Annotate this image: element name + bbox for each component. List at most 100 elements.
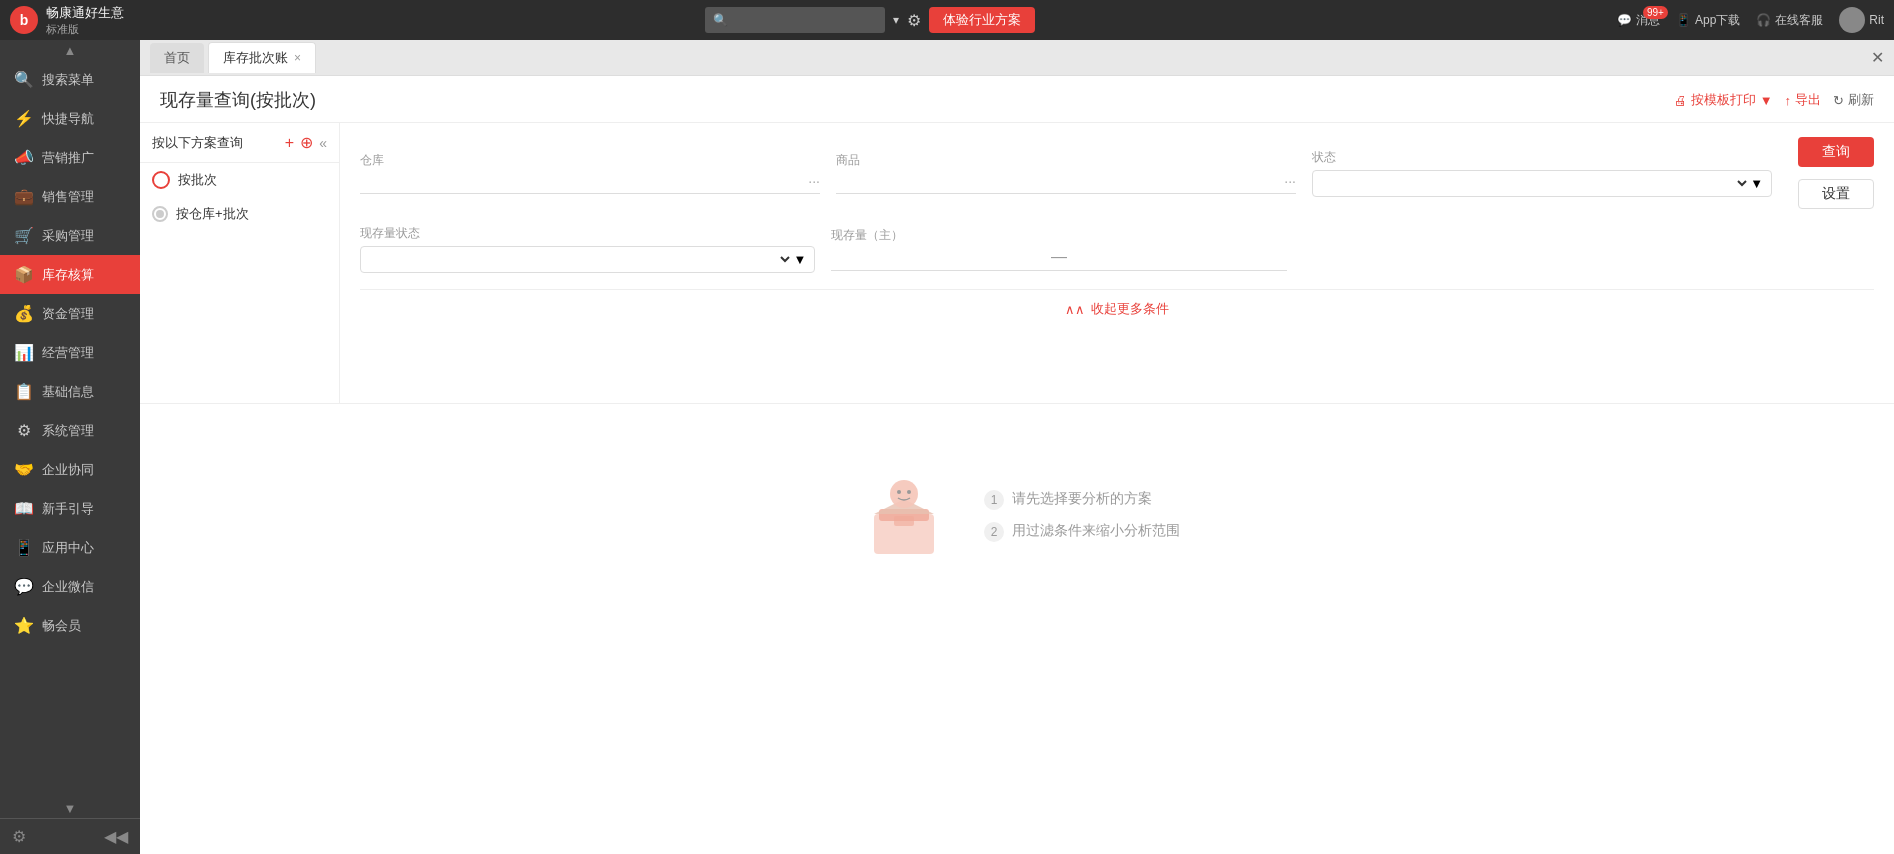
sidebar-scroll-down[interactable]: ▼: [0, 798, 140, 818]
empty-tips: 1 请先选择要分析的方案 2 用过滤条件来缩小分析范围: [984, 490, 1180, 542]
topbar-center: 🔍 ▾ ⚙ 体验行业方案: [705, 7, 1035, 33]
mobile-icon: 📱: [14, 538, 34, 557]
sidebar-item-quick-nav[interactable]: ⚡ 快捷导航: [0, 99, 140, 138]
user-avatar-area[interactable]: Rit: [1839, 7, 1884, 33]
warehouse-input[interactable]: [360, 174, 808, 189]
refresh-btn[interactable]: ↻ 刷新: [1833, 91, 1874, 109]
trial-btn[interactable]: 体验行业方案: [929, 7, 1035, 33]
product-label: 商品: [836, 152, 1296, 169]
close-all-tabs-icon[interactable]: ✕: [1871, 48, 1884, 67]
sidebar-item-member[interactable]: ⭐ 畅会员: [0, 606, 140, 645]
sidebar-item-label: 系统管理: [42, 422, 94, 440]
sidebar-item-enterprise[interactable]: 🤝 企业协同: [0, 450, 140, 489]
empty-illustration: [854, 464, 954, 567]
tip-text-2: 用过滤条件来缩小分析范围: [1012, 522, 1180, 540]
sidebar-item-guide[interactable]: 📖 新手引导: [0, 489, 140, 528]
sidebar-item-wechat[interactable]: 💬 企业微信: [0, 567, 140, 606]
scheme-header-actions: + ⊕ «: [285, 133, 327, 152]
sidebar-item-label: 企业协同: [42, 461, 94, 479]
refresh-icon: ↻: [1833, 93, 1844, 108]
clipboard-icon: 📋: [14, 382, 34, 401]
collapse-sidebar-icon[interactable]: ◀◀: [104, 827, 128, 846]
export-icon: ↑: [1785, 93, 1792, 108]
sidebar-item-inventory[interactable]: 📦 库存核算: [0, 255, 140, 294]
app-version: 标准版: [46, 22, 124, 37]
sidebar-item-sales[interactable]: 💼 销售管理: [0, 177, 140, 216]
sidebar-item-label: 经营管理: [42, 344, 94, 362]
sidebar-item-purchase[interactable]: 🛒 采购管理: [0, 216, 140, 255]
scheme-add-icon[interactable]: +: [285, 134, 294, 152]
sidebar-item-appstore[interactable]: 📱 应用中心: [0, 528, 140, 567]
filter-field-inventory-qty: 现存量（主） —: [831, 227, 1286, 271]
empty-svg: [854, 464, 954, 564]
app-download-btn[interactable]: 📱 App下载: [1676, 12, 1740, 29]
tip-text-1: 请先选择要分析的方案: [1012, 490, 1152, 508]
print-btn[interactable]: 🖨 按模板打印 ▼: [1674, 91, 1773, 109]
tab-close-icon[interactable]: ×: [294, 51, 301, 65]
tab-inventory-batch[interactable]: 库存批次账 ×: [208, 42, 316, 73]
main-layout: ▲ 🔍 搜索菜单 ⚡ 快捷导航 📣 营销推广 💼 销售管理 🛒 采购管理: [0, 40, 1894, 854]
warehouse-input-wrap: ···: [360, 173, 820, 194]
svg-rect-3: [894, 516, 914, 526]
product-input[interactable]: [836, 174, 1284, 189]
export-btn[interactable]: ↑ 导出: [1785, 91, 1822, 109]
cart-icon: 🛒: [14, 226, 34, 245]
sidebar-item-search[interactable]: 🔍 搜索菜单: [0, 60, 140, 99]
sidebar-item-marketing[interactable]: 📣 营销推广: [0, 138, 140, 177]
sidebar-item-system[interactable]: ⚙ 系统管理: [0, 411, 140, 450]
scheme-item-label: 按仓库+批次: [176, 205, 249, 223]
collapse-more-btn[interactable]: ∧∧ 收起更多条件: [360, 289, 1874, 328]
warehouse-label: 仓库: [360, 152, 820, 169]
status-select[interactable]: [1321, 175, 1750, 192]
qty-dash: —: [1051, 248, 1067, 266]
filter-panel: 仓库 ··· 商品 ···: [340, 123, 1894, 403]
empty-tip-2: 2 用过滤条件来缩小分析范围: [984, 522, 1180, 542]
scheme-dot-outline-inner: [156, 210, 164, 218]
scheme-item-warehouse-batch[interactable]: 按仓库+批次: [140, 197, 339, 231]
content-area: 首页 库存批次账 × ✕ 现存量查询(按批次) 🖨 按模板打印 ▼: [140, 40, 1894, 854]
product-more-icon[interactable]: ···: [1284, 173, 1296, 189]
svg-point-6: [907, 490, 911, 494]
topbar-dropdown[interactable]: ▾: [893, 13, 899, 27]
query-btn[interactable]: 查询: [1798, 137, 1874, 167]
lightning-icon: ⚡: [14, 109, 34, 128]
filter-field-inventory-status: 现存量状态 ▼: [360, 225, 815, 273]
online-service-btn[interactable]: 🎧 在线客服: [1756, 12, 1823, 29]
sidebar-item-basic-info[interactable]: 📋 基础信息: [0, 372, 140, 411]
sidebar-scroll-up[interactable]: ▲: [0, 40, 140, 60]
sidebar-item-operations[interactable]: 📊 经营管理: [0, 333, 140, 372]
topbar-settings-icon[interactable]: ⚙: [907, 11, 921, 30]
chart-icon: 📊: [14, 343, 34, 362]
inventory-qty-max[interactable]: [1075, 250, 1287, 265]
topbar: b 畅康通好生意 标准版 🔍 ▾ ⚙ 体验行业方案 💬 消息 99+ 📱 App…: [0, 0, 1894, 40]
collapse-more-label: 收起更多条件: [1091, 300, 1169, 318]
scheme-dot-outline: [152, 206, 168, 222]
page-content: 现存量查询(按批次) 🖨 按模板打印 ▼ ↑ 导出 ↻ 刷新: [140, 76, 1894, 854]
topbar-search-box[interactable]: 🔍: [705, 7, 885, 33]
tab-home[interactable]: 首页: [150, 43, 204, 73]
sidebar-item-label: 销售管理: [42, 188, 94, 206]
warehouse-more-icon[interactable]: ···: [808, 173, 820, 189]
search-icon: 🔍: [14, 70, 34, 89]
messages-btn[interactable]: 💬 消息 99+: [1617, 12, 1660, 29]
tip-num-1: 1: [984, 490, 1004, 510]
active-tab-label: 库存批次账: [223, 49, 288, 67]
search-placeholder: 🔍: [713, 13, 728, 27]
scheme-item-label: 按批次: [178, 171, 217, 189]
inventory-status-select-wrap: ▼: [360, 246, 815, 273]
sidebar-item-label: 新手引导: [42, 500, 94, 518]
scheme-item-batch[interactable]: 按批次: [140, 163, 339, 197]
query-area: 按以下方案查询 + ⊕ « 按批次: [140, 123, 1894, 403]
handshake-icon: 🤝: [14, 460, 34, 479]
sidebar-item-label: 企业微信: [42, 578, 94, 596]
empty-tip-1: 1 请先选择要分析的方案: [984, 490, 1180, 510]
status-label: 状态: [1312, 149, 1772, 166]
sidebar-item-finance[interactable]: 💰 资金管理: [0, 294, 140, 333]
scheme-settings-icon[interactable]: ⊕: [300, 133, 313, 152]
scheme-collapse-icon[interactable]: «: [319, 135, 327, 151]
settings-bottom-icon[interactable]: ⚙: [12, 827, 26, 846]
sidebar-bottom: ⚙ ◀◀: [0, 818, 140, 854]
settings-btn[interactable]: 设置: [1798, 179, 1874, 209]
inventory-status-select[interactable]: [369, 251, 793, 268]
inventory-qty-min[interactable]: [831, 250, 1043, 265]
